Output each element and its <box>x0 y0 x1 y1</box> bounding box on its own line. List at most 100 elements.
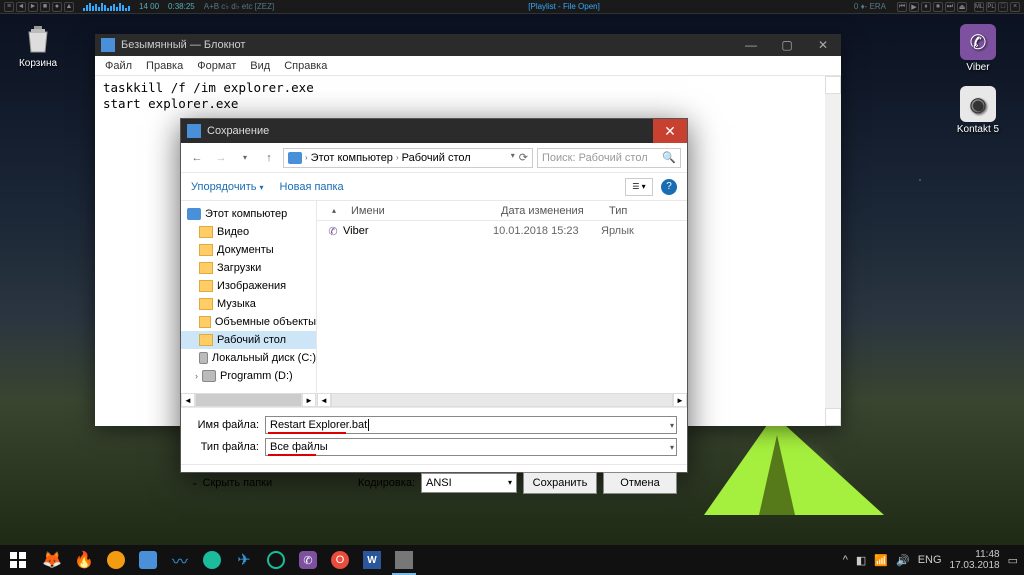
up-button[interactable]: ↑ <box>259 148 279 168</box>
tray-chevron-icon[interactable]: ^ <box>843 554 848 566</box>
menu-format[interactable]: Формат <box>197 60 236 72</box>
tree-node-selected: Рабочий стол <box>181 331 316 349</box>
dialog-toolbar: Упорядочить ▾ Новая папка ☰ ▾ ? <box>181 173 687 201</box>
tray-volume-icon[interactable]: 🔊 <box>896 554 910 567</box>
taskbar-icon[interactable]: O <box>324 545 356 575</box>
search-icon: 🔍 <box>662 151 676 164</box>
system-tray[interactable]: ^ ◧ 📶 🔊 ENG 11:48 17.03.2018 ▭ <box>843 545 1024 575</box>
winamp-transport-buttons[interactable]: ⏮▶⏸⏹⏭⏏ <box>897 2 967 12</box>
cancel-button[interactable]: Отмена <box>603 472 677 494</box>
menu-help[interactable]: Справка <box>284 60 327 72</box>
refresh-icon[interactable]: ⟳ <box>519 151 528 164</box>
desktop-icon-kontakt[interactable]: ◉ Kontakt 5 <box>948 86 1008 135</box>
chevron-down-icon: ⌄ <box>191 477 199 488</box>
save-dialog-icon <box>187 124 201 138</box>
tray-lang[interactable]: ENG <box>918 554 942 566</box>
tray-clock[interactable]: 11:48 17.03.2018 <box>950 549 1000 571</box>
address-bar[interactable]: › Этот компьютер › Рабочий стол ▾⟳ <box>283 148 533 168</box>
minimize-button[interactable]: — <box>733 34 769 56</box>
viber-icon: ✆ <box>960 24 996 60</box>
filename-input[interactable]: Restart Explorer.bat ▾ <box>265 416 677 434</box>
filename-label: Имя файла: <box>191 419 259 431</box>
winamp-right-text: 0 ♦- ERA <box>854 2 886 11</box>
file-name: Viber <box>343 225 493 237</box>
close-button[interactable]: ✕ <box>653 119 687 143</box>
taskbar-icon[interactable] <box>132 545 164 575</box>
save-button[interactable]: Сохранить <box>523 472 597 494</box>
help-icon[interactable]: ? <box>661 179 677 195</box>
path-seg[interactable]: Этот компьютер <box>311 152 393 164</box>
path-seg[interactable]: Рабочий стол <box>402 152 471 164</box>
taskbar-icon[interactable]: 〰 <box>164 545 196 575</box>
taskbar-icon[interactable] <box>196 545 228 575</box>
save-dialog-titlebar[interactable]: Сохранение ✕ <box>181 119 687 143</box>
tree-node: Изображения <box>181 277 316 295</box>
file-row[interactable]: ✆ Viber 10.01.2018 15:23 Ярлык <box>317 221 687 241</box>
tray-network-icon[interactable]: 📶 <box>874 554 888 567</box>
search-placeholder: Поиск: Рабочий стол <box>542 152 648 164</box>
viber-icon: ✆ <box>323 225 343 238</box>
maximize-button[interactable]: ▢ <box>769 34 805 56</box>
desktop-icon-label: Kontakt 5 <box>948 124 1008 135</box>
tree-scrollbar[interactable]: ◄► <box>181 393 316 407</box>
notepad-titlebar[interactable]: Безымянный — Блокнот — ▢ ✕ <box>95 34 841 56</box>
tray-app-icon[interactable]: ◧ <box>856 554 866 567</box>
winamp-title: [Playlist - File Open] <box>277 2 851 11</box>
equalizer-icon <box>83 3 130 11</box>
file-scrollbar[interactable]: ◄► <box>317 393 687 407</box>
tree-node: Объемные объекты <box>181 313 316 331</box>
taskbar-icon[interactable]: 🔥 <box>68 545 100 575</box>
organize-button[interactable]: Упорядочить ▾ <box>191 181 264 193</box>
taskbar-icon[interactable]: 🦊 <box>36 545 68 575</box>
tree-node: Документы <box>181 241 316 259</box>
recycle-bin[interactable]: Корзина <box>12 22 64 69</box>
start-button[interactable] <box>0 545 36 575</box>
notepad-icon <box>101 38 115 52</box>
vertical-scrollbar[interactable] <box>825 76 841 426</box>
filetype-select[interactable]: Все файлы ▾ <box>265 438 677 456</box>
dialog-footer: ⌄ Скрыть папки Кодировка: ANSI▾ Сохранит… <box>181 464 687 500</box>
filename-fields: Имя файла: Restart Explorer.bat ▾ Тип фа… <box>181 407 687 464</box>
taskbar[interactable]: 🦊 🔥 〰 ✈ ✆ O W ^ ◧ 📶 🔊 ENG 11:48 17.03.20… <box>0 545 1024 575</box>
menu-file[interactable]: Файл <box>105 60 132 72</box>
desktop-icon-label: Viber <box>948 62 1008 73</box>
close-button[interactable]: ✕ <box>805 34 841 56</box>
menu-edit[interactable]: Правка <box>146 60 183 72</box>
winamp-window-buttons[interactable]: MLPL□× <box>974 2 1020 12</box>
col-name[interactable]: Имени <box>343 205 493 217</box>
taskbar-icon[interactable]: ✈ <box>228 545 260 575</box>
notepad-content[interactable]: taskkill /f /im explorer.exe start explo… <box>95 76 841 116</box>
file-list-header[interactable]: ▴ Имени Дата изменения Тип <box>317 201 687 221</box>
recycle-bin-icon <box>21 22 55 56</box>
recent-button[interactable]: ▾ <box>235 148 255 168</box>
encoding-select[interactable]: ANSI▾ <box>421 473 517 493</box>
new-folder-button[interactable]: Новая папка <box>280 181 344 193</box>
col-type[interactable]: Тип <box>601 205 661 217</box>
taskbar-icon[interactable]: W <box>356 545 388 575</box>
search-input[interactable]: Поиск: Рабочий стол 🔍 <box>537 148 681 168</box>
taskbar-icon[interactable]: ✆ <box>292 545 324 575</box>
col-date[interactable]: Дата изменения <box>493 205 601 217</box>
winamp-left-buttons[interactable]: ≡◄►■●▲ <box>4 2 74 12</box>
filetype-label: Тип файла: <box>191 441 259 453</box>
folder-tree[interactable]: Этот компьютер Видео Документы Загрузки … <box>181 201 317 407</box>
tray-notifications-icon[interactable]: ▭ <box>1008 554 1018 567</box>
forward-button[interactable]: → <box>211 148 231 168</box>
expand-icon[interactable]: ▴ <box>317 206 343 215</box>
encoding-label: Кодировка: <box>358 477 415 489</box>
notepad-title: Безымянный — Блокнот <box>121 39 245 51</box>
tree-node: Локальный диск (C:) <box>181 349 316 367</box>
winamp-bar[interactable]: ≡◄►■●▲ 14 00 0:38:25 A+B c♭ d♭ etc [ZEZ]… <box>0 0 1024 14</box>
hide-folders-button[interactable]: ⌄ Скрыть папки <box>191 477 272 489</box>
dropdown-icon[interactable]: ▾ <box>511 151 515 164</box>
dropdown-icon[interactable]: ▾ <box>670 443 674 452</box>
desktop-icon-viber[interactable]: ✆ Viber <box>948 24 1008 73</box>
file-list[interactable]: ▴ Имени Дата изменения Тип ✆ Viber 10.01… <box>317 201 687 407</box>
taskbar-icon-notepad[interactable] <box>388 545 420 575</box>
taskbar-icon[interactable] <box>260 545 292 575</box>
taskbar-icon[interactable] <box>100 545 132 575</box>
back-button[interactable]: ← <box>187 148 207 168</box>
view-button[interactable]: ☰ ▾ <box>625 178 653 196</box>
menu-view[interactable]: Вид <box>250 60 270 72</box>
dropdown-icon[interactable]: ▾ <box>670 421 674 430</box>
